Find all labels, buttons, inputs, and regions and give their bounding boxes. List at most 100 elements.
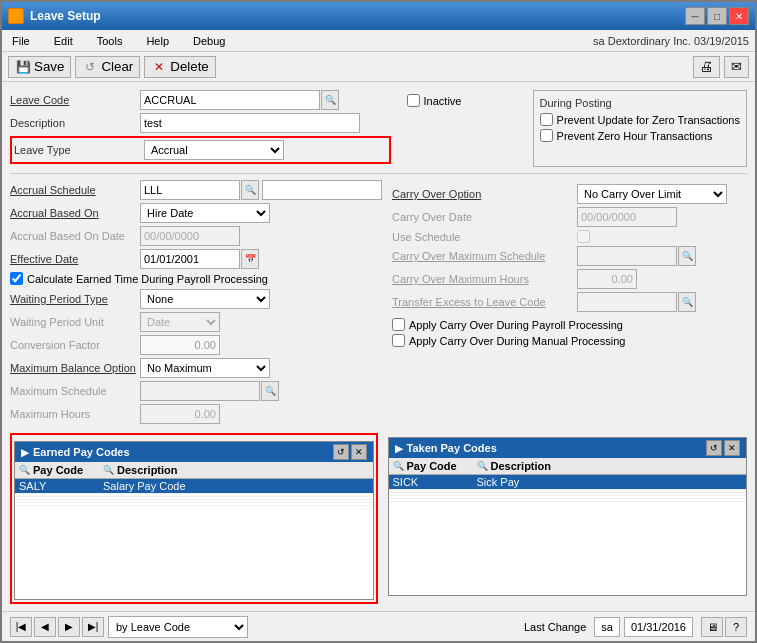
- conversion-factor-label: Conversion Factor: [10, 339, 140, 351]
- taken-panel-refresh-button[interactable]: ↺: [706, 440, 722, 456]
- waiting-period-unit-select[interactable]: Date: [140, 312, 220, 332]
- earned-description-col-icon: 🔍: [103, 465, 114, 475]
- inactive-checkbox[interactable]: [407, 94, 420, 107]
- effective-date-calendar-button[interactable]: 📅: [241, 249, 259, 269]
- table-row[interactable]: SALY Salary Pay Code: [15, 479, 373, 494]
- menu-help[interactable]: Help: [142, 34, 173, 48]
- right-panel: Carry Over Option No Carry Over Limit Ca…: [392, 180, 747, 427]
- calculate-earned-checkbox[interactable]: [10, 272, 23, 285]
- table-row[interactable]: [15, 503, 373, 506]
- during-posting-section: During Posting Prevent Update for Zero T…: [533, 90, 747, 167]
- description-input[interactable]: [140, 113, 360, 133]
- waiting-period-type-select[interactable]: None: [140, 289, 270, 309]
- earned-pay-codes-rows: SALY Salary Pay Code: [15, 479, 373, 599]
- taken-panel-title: Taken Pay Codes: [407, 442, 497, 454]
- apply-carry-over-payroll-checkbox[interactable]: [392, 318, 405, 331]
- menu-edit[interactable]: Edit: [50, 34, 77, 48]
- taken-panel-close-button[interactable]: ✕: [724, 440, 740, 456]
- description-row: Description: [10, 113, 391, 133]
- accrual-schedule-search-button[interactable]: 🔍: [241, 180, 259, 200]
- taken-panel-triangle: ▶: [395, 443, 403, 454]
- close-button[interactable]: ✕: [729, 7, 749, 25]
- max-schedule-browse-button[interactable]: 🔍: [261, 381, 279, 401]
- clear-button[interactable]: ↺ Clear: [75, 56, 140, 78]
- nav-prev-button[interactable]: ◀: [34, 617, 56, 637]
- carry-over-max-schedule-label: Carry Over Maximum Schedule: [392, 250, 577, 262]
- menu-tools[interactable]: Tools: [93, 34, 127, 48]
- print-button[interactable]: 🖨: [693, 56, 720, 78]
- earned-panel-triangle: ▶: [21, 447, 29, 458]
- leave-type-select[interactable]: Accrual: [144, 140, 284, 160]
- help-question-button[interactable]: ?: [725, 617, 747, 637]
- toolbar: 💾 Save ↺ Clear ✕ Delete 🖨 ✉: [2, 52, 755, 82]
- earned-description-col-header: Description: [117, 464, 178, 476]
- accrual-based-on-date-input[interactable]: [140, 226, 240, 246]
- accrual-schedule-label: Accrual Schedule: [10, 184, 140, 196]
- menu-debug[interactable]: Debug: [189, 34, 229, 48]
- leave-type-label: Leave Type: [14, 144, 144, 156]
- max-balance-select[interactable]: No Maximum: [140, 358, 270, 378]
- prevent-zero-hour-checkbox[interactable]: [540, 129, 553, 142]
- waiting-period-unit-label: Waiting Period Unit: [10, 316, 140, 328]
- leave-code-search-button[interactable]: 🔍: [321, 90, 339, 110]
- taken-pay-code-col-header: Pay Code: [407, 460, 457, 472]
- nav-next-button[interactable]: ▶: [58, 617, 80, 637]
- accrual-based-on-select[interactable]: Hire Date: [140, 203, 270, 223]
- transfer-excess-input[interactable]: [577, 292, 677, 312]
- app-icon: [8, 8, 24, 24]
- use-schedule-checkbox[interactable]: [577, 230, 590, 243]
- prevent-zero-transactions-checkbox[interactable]: [540, 113, 553, 126]
- carry-over-option-select[interactable]: No Carry Over Limit: [577, 184, 727, 204]
- table-row[interactable]: [389, 499, 747, 502]
- minimize-button[interactable]: ─: [685, 7, 705, 25]
- nav-last-button[interactable]: ▶|: [82, 617, 104, 637]
- leave-code-input[interactable]: [140, 90, 320, 110]
- carry-over-max-schedule-input[interactable]: [577, 246, 677, 266]
- max-schedule-input[interactable]: [140, 381, 260, 401]
- save-button[interactable]: 💾 Save: [8, 56, 71, 78]
- apply-carry-over-manual-label: Apply Carry Over During Manual Processin…: [409, 335, 625, 347]
- last-change-section: Last Change sa 01/31/2016 🖥 ?: [524, 617, 747, 637]
- carry-over-date-label: Carry Over Date: [392, 211, 577, 223]
- use-schedule-label: Use Schedule: [392, 231, 577, 243]
- prevent-zero-hour-label: Prevent Zero Hour Transactions: [557, 130, 713, 142]
- earned-pay-code-col-icon: 🔍: [19, 465, 30, 475]
- delete-label: Delete: [170, 59, 209, 74]
- calculate-earned-row: Calculate Earned Time During Payroll Pro…: [10, 272, 382, 285]
- effective-date-input[interactable]: [140, 249, 240, 269]
- taken-row-description: Sick Pay: [477, 476, 743, 488]
- inactive-label: Inactive: [424, 95, 462, 107]
- carry-over-max-hours-label: Carry Over Maximum Hours: [392, 273, 577, 285]
- carry-over-max-hours-input[interactable]: [577, 269, 637, 289]
- max-hours-label: Maximum Hours: [10, 408, 140, 420]
- accrual-schedule-desc-input[interactable]: [262, 180, 382, 200]
- email-button[interactable]: ✉: [724, 56, 749, 78]
- calculate-earned-label: Calculate Earned Time During Payroll Pro…: [27, 273, 268, 285]
- menu-bar: File Edit Tools Help Debug sa Dextordina…: [2, 30, 755, 52]
- menu-file[interactable]: File: [8, 34, 34, 48]
- apply-carry-over-manual-checkbox[interactable]: [392, 334, 405, 347]
- accrual-schedule-input[interactable]: [140, 180, 240, 200]
- carry-over-max-schedule-browse-button[interactable]: 🔍: [678, 246, 696, 266]
- maximize-button[interactable]: □: [707, 7, 727, 25]
- earned-panel-close-button[interactable]: ✕: [351, 444, 367, 460]
- table-row[interactable]: SICK Sick Pay: [389, 475, 747, 490]
- prevent-zero-transactions-row: Prevent Update for Zero Transactions: [540, 113, 740, 126]
- nav-first-button[interactable]: |◀: [10, 617, 32, 637]
- earned-panel-refresh-button[interactable]: ↺: [333, 444, 349, 460]
- carry-over-date-input[interactable]: [577, 207, 677, 227]
- taken-description-col-header: Description: [491, 460, 552, 472]
- clear-label: Clear: [101, 59, 133, 74]
- leave-code-label: Leave Code: [10, 94, 140, 106]
- delete-button[interactable]: ✕ Delete: [144, 56, 216, 78]
- inactive-row: Inactive: [407, 94, 462, 107]
- transfer-excess-browse-button[interactable]: 🔍: [678, 292, 696, 312]
- taken-description-col-icon: 🔍: [477, 461, 488, 471]
- nav-filter-select[interactable]: by Leave Code: [108, 616, 248, 638]
- earned-row-description: Salary Pay Code: [103, 480, 369, 492]
- clear-icon: ↺: [82, 59, 98, 75]
- conversion-factor-input[interactable]: [140, 335, 220, 355]
- max-hours-input[interactable]: [140, 404, 220, 424]
- leave-type-row: Leave Type Accrual: [10, 136, 391, 164]
- help-icon-button[interactable]: 🖥: [701, 617, 723, 637]
